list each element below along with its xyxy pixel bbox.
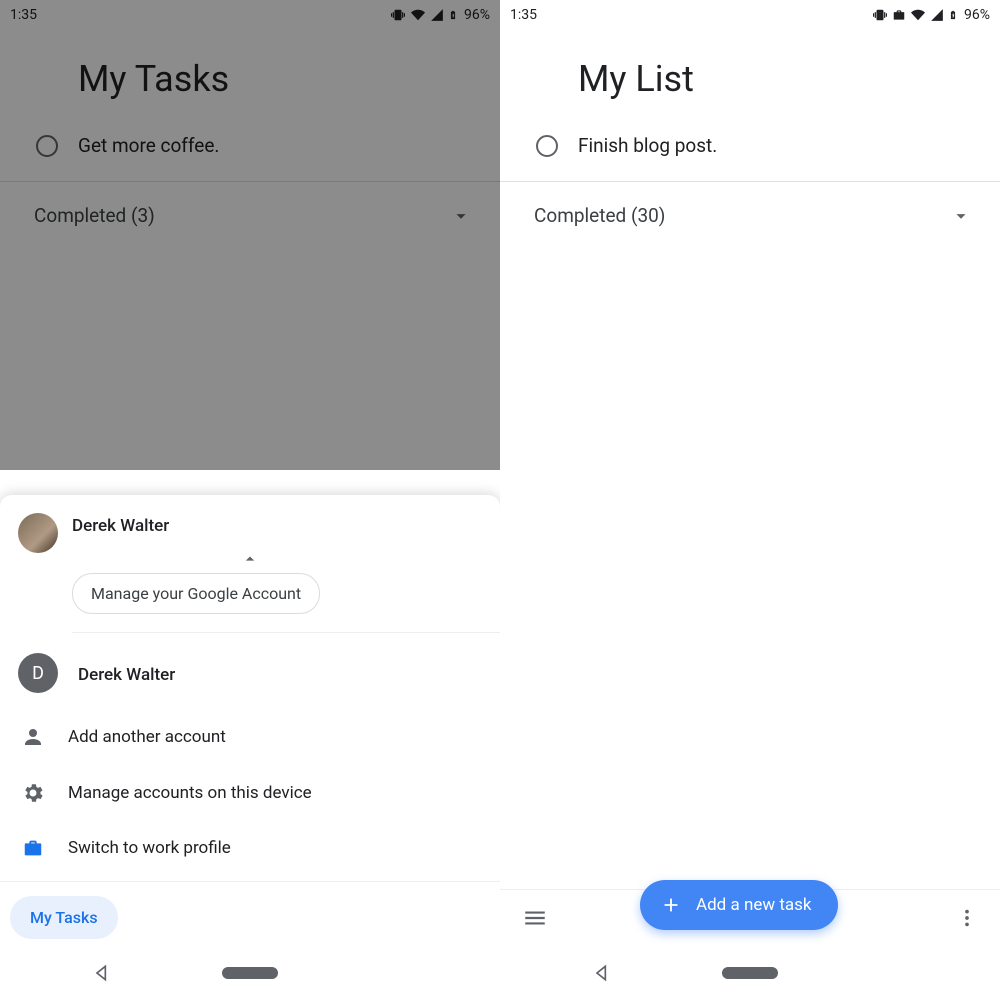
current-list-chip[interactable]: My Tasks <box>10 896 118 939</box>
lists-row: My Tasks <box>0 882 500 945</box>
manage-account-button[interactable]: Manage your Google Account <box>72 573 320 614</box>
task-row[interactable]: Finish blog post. <box>500 124 1000 181</box>
screen-left: 1:35 96% My Tasks Get more coffee. Compl… <box>0 0 500 1000</box>
collapse-chevron[interactable] <box>0 549 500 573</box>
vibrate-icon <box>872 8 888 22</box>
add-account-row[interactable]: Add another account <box>0 709 500 765</box>
status-icons: 96% <box>872 7 990 23</box>
secondary-account-row[interactable]: D Derek Walter <box>0 633 500 709</box>
status-time: 1:35 <box>510 7 537 23</box>
manage-accounts-row[interactable]: Manage accounts on this device <box>0 765 500 821</box>
more-vert-icon <box>956 907 978 929</box>
battery-icon <box>948 7 958 23</box>
screen-right: 1:35 96% My List Finish blog post. Compl… <box>500 0 1000 1000</box>
completed-label: Completed (30) <box>534 204 665 227</box>
battery-percent: 96% <box>964 7 990 23</box>
nav-back-button[interactable] <box>92 963 112 983</box>
account-sheet: Derek Walter Manage your Google Account … <box>0 495 500 945</box>
add-account-label: Add another account <box>68 727 226 747</box>
back-triangle-icon <box>592 963 612 983</box>
menu-button[interactable] <box>522 905 548 931</box>
person-add-icon <box>18 725 48 749</box>
wifi-icon <box>910 8 926 22</box>
nav-home-pill[interactable] <box>222 967 278 979</box>
briefcase-icon <box>892 8 906 22</box>
scrim-overlay[interactable] <box>0 0 500 470</box>
cell-icon <box>930 8 944 22</box>
gear-icon <box>18 781 48 805</box>
back-triangle-icon <box>92 963 112 983</box>
switch-work-label: Switch to work profile <box>68 838 231 858</box>
account-name: Derek Walter <box>72 513 169 536</box>
nav-back-button[interactable] <box>592 963 612 983</box>
completed-toggle[interactable]: Completed (30) <box>500 182 1000 249</box>
switch-work-row[interactable]: Switch to work profile <box>0 821 500 875</box>
status-bar: 1:35 96% <box>500 0 1000 30</box>
chevron-down-icon <box>950 205 972 227</box>
chevron-up-icon <box>240 549 260 569</box>
manage-accounts-label: Manage accounts on this device <box>68 783 312 803</box>
avatar-letter: D <box>18 653 58 693</box>
page-title: My List <box>500 30 1000 124</box>
secondary-account-name: Derek Walter <box>78 662 175 685</box>
hamburger-icon <box>522 905 548 931</box>
more-button[interactable] <box>956 907 978 929</box>
avatar <box>18 513 58 553</box>
current-account-row[interactable]: Derek Walter <box>0 513 500 553</box>
fab-label: Add a new task <box>696 895 812 915</box>
android-nav-bar <box>500 945 1000 1000</box>
android-nav-bar <box>0 945 500 1000</box>
plus-icon <box>660 894 682 916</box>
briefcase-icon <box>18 837 48 859</box>
task-checkbox[interactable] <box>536 135 558 157</box>
task-label: Finish blog post. <box>578 134 717 157</box>
add-task-fab[interactable]: Add a new task <box>640 880 838 930</box>
nav-home-pill[interactable] <box>722 967 778 979</box>
